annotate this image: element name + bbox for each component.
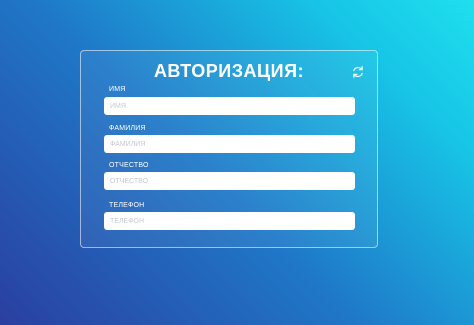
first-name-label: ИМЯ [109, 86, 126, 93]
patronymic-label: ОТЧЕСТВО [109, 162, 149, 169]
patronymic-input[interactable] [104, 172, 355, 190]
last-name-input[interactable] [104, 135, 355, 153]
refresh-icon[interactable] [351, 65, 365, 79]
authorization-card: АВТОРИЗАЦИЯ: ИМЯ ФАМИЛИЯ ОТЧЕСТВО ТЕЛЕФО… [80, 50, 378, 248]
last-name-label: ФАМИЛИЯ [109, 125, 146, 132]
first-name-input[interactable] [104, 97, 355, 115]
phone-input[interactable] [104, 212, 355, 230]
phone-label: ТЕЛЕФОН [109, 202, 145, 209]
form-title: АВТОРИЗАЦИЯ: [153, 61, 305, 81]
